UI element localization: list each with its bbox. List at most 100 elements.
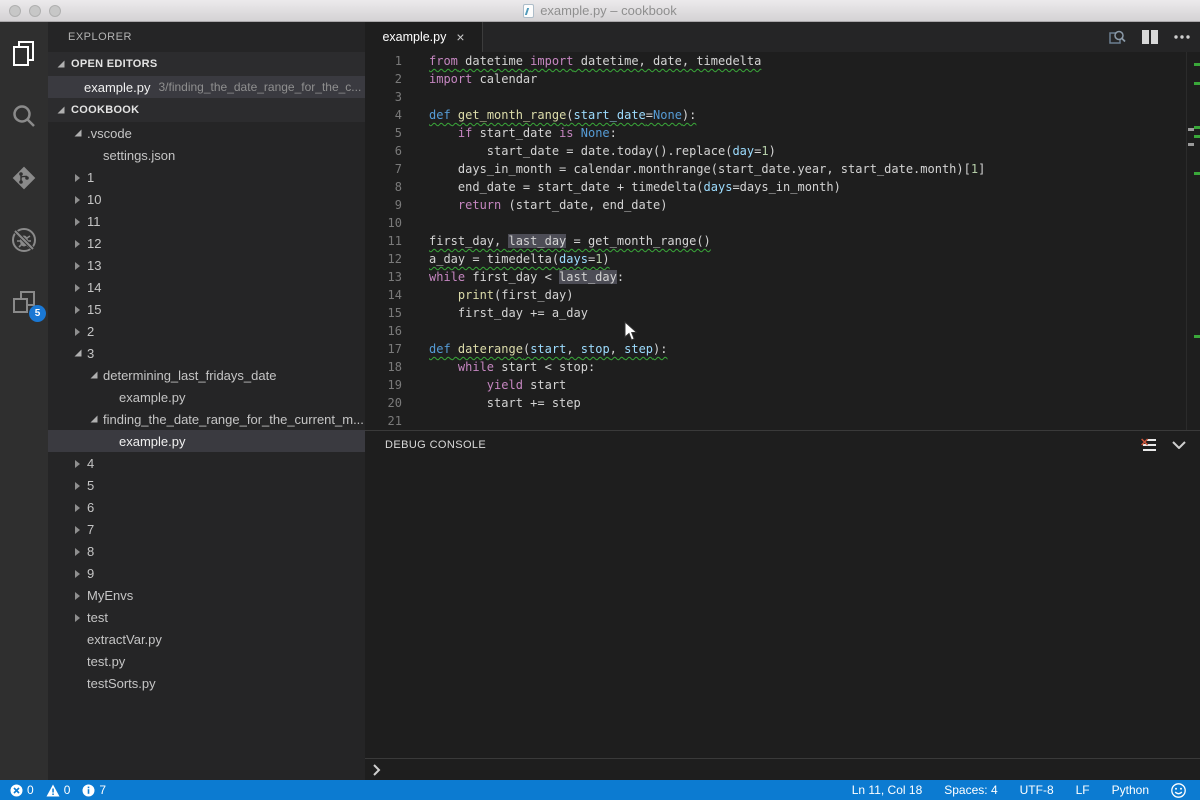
tree-item[interactable]: determining_last_fridays_date bbox=[48, 364, 365, 386]
tree-item[interactable]: 4 bbox=[48, 452, 365, 474]
tree-item[interactable]: .vscode bbox=[48, 122, 365, 144]
tree-item[interactable]: 5 bbox=[48, 474, 365, 496]
clear-console-icon[interactable]: ✕ bbox=[1141, 439, 1156, 452]
tree-item[interactable]: 13 bbox=[48, 254, 365, 276]
code-line[interactable]: 16 bbox=[365, 322, 1184, 340]
close-window-button[interactable] bbox=[9, 5, 21, 17]
code-line[interactable]: 7 days_in_month = calendar.monthrange(st… bbox=[365, 160, 1184, 178]
cursor-position[interactable]: Ln 11, Col 18 bbox=[852, 783, 923, 797]
chevron-expanded-icon bbox=[88, 412, 99, 427]
code-line[interactable]: 11first_day, last_day = get_month_range(… bbox=[365, 232, 1184, 250]
tab-example-py[interactable]: example.py × bbox=[365, 22, 483, 52]
open-editor-description: 3/finding_the_date_range_for_the_c... bbox=[158, 80, 361, 94]
folder-section-header[interactable]: COOKBOOK bbox=[48, 98, 365, 122]
code-editor[interactable]: 1from datetime import datetime, date, ti… bbox=[365, 52, 1200, 430]
tree-item[interactable]: 15 bbox=[48, 298, 365, 320]
tree-item[interactable]: 8 bbox=[48, 540, 365, 562]
tree-item[interactable]: example.py bbox=[48, 386, 365, 408]
tree-item[interactable]: 9 bbox=[48, 562, 365, 584]
debug-icon bbox=[10, 226, 38, 254]
activity-extensions-button[interactable]: 5 bbox=[8, 286, 40, 318]
encoding-setting[interactable]: UTF-8 bbox=[1020, 783, 1054, 797]
chevron-collapsed-icon bbox=[72, 236, 83, 251]
tab-close-icon[interactable]: × bbox=[456, 29, 464, 45]
chevron-collapsed-icon bbox=[72, 324, 83, 339]
tree-item[interactable]: example.py bbox=[48, 430, 365, 452]
tree-item[interactable]: 3 bbox=[48, 342, 365, 364]
code-line[interactable]: 1from datetime import datetime, date, ti… bbox=[365, 52, 1184, 70]
open-editors-header[interactable]: OPEN EDITORS bbox=[48, 52, 365, 76]
tree-item[interactable]: testSorts.py bbox=[48, 672, 365, 694]
tree-item[interactable]: settings.json bbox=[48, 144, 365, 166]
code-line[interactable]: 20 start += step bbox=[365, 394, 1184, 412]
code-line[interactable]: 12a_day = timedelta(days=1) bbox=[365, 250, 1184, 268]
code-line[interactable]: 2import calendar bbox=[365, 70, 1184, 88]
chevron-collapsed-icon bbox=[72, 610, 83, 625]
tree-item-label: 14 bbox=[87, 280, 101, 295]
tree-item[interactable]: 14 bbox=[48, 276, 365, 298]
code-line[interactable]: 6 start_date = date.today().replace(day=… bbox=[365, 142, 1184, 160]
code-text: import calendar bbox=[429, 72, 537, 86]
tree-item[interactable]: 10 bbox=[48, 188, 365, 210]
code-line[interactable]: 19 yield start bbox=[365, 376, 1184, 394]
tree-item-label: 1 bbox=[87, 170, 94, 185]
tree-item[interactable]: 7 bbox=[48, 518, 365, 540]
activity-explorer-button[interactable] bbox=[8, 38, 40, 70]
debug-console-output[interactable] bbox=[365, 459, 1200, 758]
code-line[interactable]: 21 bbox=[365, 412, 1184, 430]
word-highlight: last_day bbox=[559, 270, 617, 284]
problems-indicator[interactable]: 0 bbox=[10, 783, 34, 797]
code-text: start += step bbox=[429, 396, 581, 410]
tree-item[interactable]: 6 bbox=[48, 496, 365, 518]
tree-item[interactable]: extractVar.py bbox=[48, 628, 365, 650]
panel-header: DEBUG CONSOLE ✕ bbox=[365, 431, 1200, 459]
code-line[interactable]: 10 bbox=[365, 214, 1184, 232]
activity-debug-button[interactable] bbox=[8, 224, 40, 256]
code-line[interactable]: 5 if start_date is None: bbox=[365, 124, 1184, 142]
tree-item[interactable]: finding_the_date_range_for_the_current_m… bbox=[48, 408, 365, 430]
warnings-indicator[interactable]: 0 bbox=[46, 783, 71, 797]
activity-source-control-button[interactable] bbox=[8, 162, 40, 194]
tree-item[interactable]: test bbox=[48, 606, 365, 628]
tree-item[interactable]: 12 bbox=[48, 232, 365, 254]
zoom-window-button[interactable] bbox=[49, 5, 61, 17]
code-line[interactable]: 15 first_day += a_day bbox=[365, 304, 1184, 322]
warning-icon bbox=[46, 784, 60, 797]
activity-search-button[interactable] bbox=[8, 100, 40, 132]
preview-icon[interactable] bbox=[1109, 29, 1126, 46]
indentation-setting[interactable]: Spaces: 4 bbox=[944, 783, 997, 797]
traffic-lights[interactable] bbox=[9, 5, 61, 17]
tree-item[interactable]: 2 bbox=[48, 320, 365, 342]
tree-item[interactable]: 11 bbox=[48, 210, 365, 232]
code-line[interactable]: 8 end_date = start_date + timedelta(days… bbox=[365, 178, 1184, 196]
code-line[interactable]: 13while first_day < last_day: bbox=[365, 268, 1184, 286]
smiley-icon[interactable] bbox=[1171, 783, 1186, 798]
open-editor-entry[interactable]: example.py 3/finding_the_date_range_for_… bbox=[48, 76, 365, 98]
tree-item[interactable]: MyEnvs bbox=[48, 584, 365, 606]
chevron-expanded-icon bbox=[58, 61, 65, 68]
extensions-badge: 5 bbox=[29, 305, 46, 322]
python-file-icon bbox=[523, 4, 534, 18]
tree-item[interactable]: test.py bbox=[48, 650, 365, 672]
code-line[interactable]: 18 while start < stop: bbox=[365, 358, 1184, 376]
tab-bar: example.py × bbox=[365, 22, 1200, 52]
code-line[interactable]: 4def get_month_range(start_date=None): bbox=[365, 106, 1184, 124]
info-indicator[interactable]: 7 bbox=[82, 783, 106, 797]
line-number: 13 bbox=[365, 270, 402, 284]
tree-item-label: 12 bbox=[87, 236, 101, 251]
code-line[interactable]: 9 return (start_date, end_date) bbox=[365, 196, 1184, 214]
minimize-window-button[interactable] bbox=[29, 5, 41, 17]
language-mode[interactable]: Python bbox=[1112, 783, 1149, 797]
tree-item-label: test bbox=[87, 610, 108, 625]
code-line[interactable]: 3 bbox=[365, 88, 1184, 106]
code-line[interactable]: 17def daterange(start, stop, step): bbox=[365, 340, 1184, 358]
chevron-down-icon[interactable] bbox=[1172, 441, 1186, 449]
debug-console-input[interactable] bbox=[365, 758, 1200, 780]
tree-item[interactable]: 1 bbox=[48, 166, 365, 188]
line-number: 15 bbox=[365, 306, 402, 320]
eol-setting[interactable]: LF bbox=[1076, 783, 1090, 797]
code-line[interactable]: 14 print(first_day) bbox=[365, 286, 1184, 304]
more-actions-icon[interactable] bbox=[1174, 35, 1190, 39]
split-editor-icon[interactable] bbox=[1142, 30, 1158, 44]
overview-ruler[interactable] bbox=[1186, 52, 1200, 430]
